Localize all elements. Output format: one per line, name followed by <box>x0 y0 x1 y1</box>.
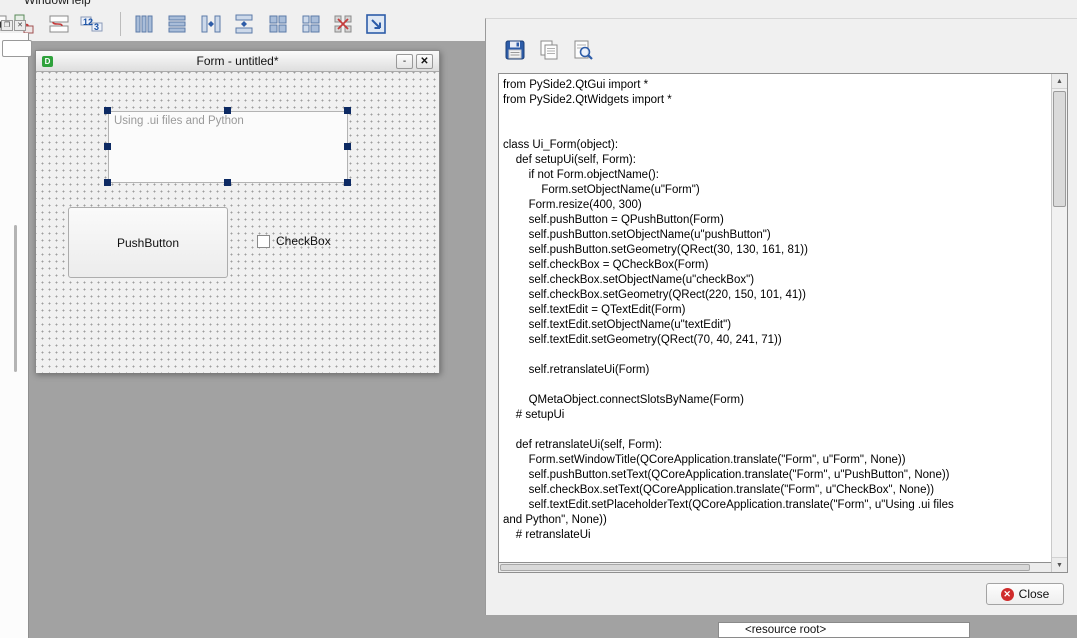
toolbar-separator <box>120 12 121 36</box>
close-window-button[interactable]: ✕ <box>416 54 433 69</box>
checkbox-indicator-icon <box>257 235 270 248</box>
minimize-button[interactable]: - <box>396 54 413 69</box>
python-code-text[interactable]: from PySide2.QtGui import * from PySide2… <box>499 74 1051 543</box>
form-editor-window: D Form - untitled* - ✕ Using .ui files a… <box>35 50 440 373</box>
widget-box-panel <box>0 33 29 638</box>
svg-text:12: 12 <box>83 17 93 27</box>
selection-handle-bottom-left[interactable] <box>104 179 111 186</box>
menu-window[interactable]: Window <box>24 0 67 7</box>
menubar: Window Help <box>0 0 1077 8</box>
form-window-titlebar[interactable]: D Form - untitled* - ✕ <box>36 51 439 72</box>
edit-buddies-icon[interactable] <box>47 12 71 36</box>
copy-icon[interactable] <box>538 39 562 63</box>
vertical-scrollbar-thumb[interactable] <box>1053 91 1066 207</box>
close-button-label: Close <box>1019 587 1050 601</box>
selection-handle-bottom-center[interactable] <box>224 179 231 186</box>
code-vertical-scrollbar[interactable]: ▲ ▼ <box>1051 74 1067 572</box>
selection-handle-top-left[interactable] <box>104 107 111 114</box>
selection-handle-mid-left[interactable] <box>104 143 111 150</box>
adjust-size-icon[interactable] <box>364 12 388 36</box>
dock-float-icon[interactable]: ❐ <box>1 20 13 31</box>
svg-text:3: 3 <box>94 22 99 32</box>
layout-horizontal-icon[interactable] <box>132 12 156 36</box>
selection-handle-mid-right[interactable] <box>344 143 351 150</box>
form-canvas[interactable]: Using .ui files and Python PushButton Ch… <box>36 72 439 373</box>
break-layout-icon[interactable] <box>331 12 355 36</box>
close-button-icon: ✕ <box>1001 588 1014 601</box>
layout-form-icon[interactable] <box>299 12 323 36</box>
edit-tab-order-icon[interactable]: 12 3 <box>80 12 104 36</box>
canvas-textedit-widget[interactable]: Using .ui files and Python <box>108 111 348 183</box>
widget-filter-input[interactable] <box>2 40 32 57</box>
selection-handle-top-center[interactable] <box>224 107 231 114</box>
resource-root-item[interactable]: <resource root> <box>745 624 826 636</box>
generated-code-view[interactable]: from PySide2.QtGui import * from PySide2… <box>498 73 1068 573</box>
close-button[interactable]: ✕ Close <box>986 583 1064 605</box>
form-window-title: Form - untitled* <box>36 54 439 68</box>
code-horizontal-scrollbar[interactable] <box>499 562 1051 572</box>
resource-browser-panel: <resource root> <box>718 622 970 638</box>
layout-vertical-icon[interactable] <box>165 12 189 36</box>
dock-close-icon[interactable]: ✕ <box>14 20 26 31</box>
canvas-pushbutton-widget[interactable]: PushButton <box>68 207 228 278</box>
widget-box-scrollbar[interactable] <box>14 225 17 372</box>
view-code-dialog: from PySide2.QtGui import * from PySide2… <box>485 18 1077 615</box>
horizontal-scrollbar-thumb[interactable] <box>500 564 1030 571</box>
selection-handle-bottom-right[interactable] <box>344 179 351 186</box>
dock-titlebar-buttons: ❐ ✕ <box>0 20 29 32</box>
qt-designer-window: { "menubar": { "items": [ { "label": "Wi… <box>0 0 1077 638</box>
scroll-up-icon[interactable]: ▲ <box>1052 74 1067 89</box>
menu-help[interactable]: Help <box>66 0 91 7</box>
textedit-placeholder: Using .ui files and Python <box>109 112 347 130</box>
scroll-down-icon[interactable]: ▼ <box>1052 557 1067 572</box>
save-icon[interactable] <box>504 39 528 63</box>
pushbutton-label: PushButton <box>117 236 179 250</box>
selection-handle-top-right[interactable] <box>344 107 351 114</box>
layout-vertical-splitter-icon[interactable] <box>232 12 256 36</box>
layout-horizontal-splitter-icon[interactable] <box>199 12 223 36</box>
layout-grid-icon[interactable] <box>266 12 290 36</box>
preview-code-icon[interactable] <box>572 39 596 63</box>
checkbox-label: CheckBox <box>276 234 331 248</box>
canvas-checkbox-widget[interactable]: CheckBox <box>257 234 331 248</box>
